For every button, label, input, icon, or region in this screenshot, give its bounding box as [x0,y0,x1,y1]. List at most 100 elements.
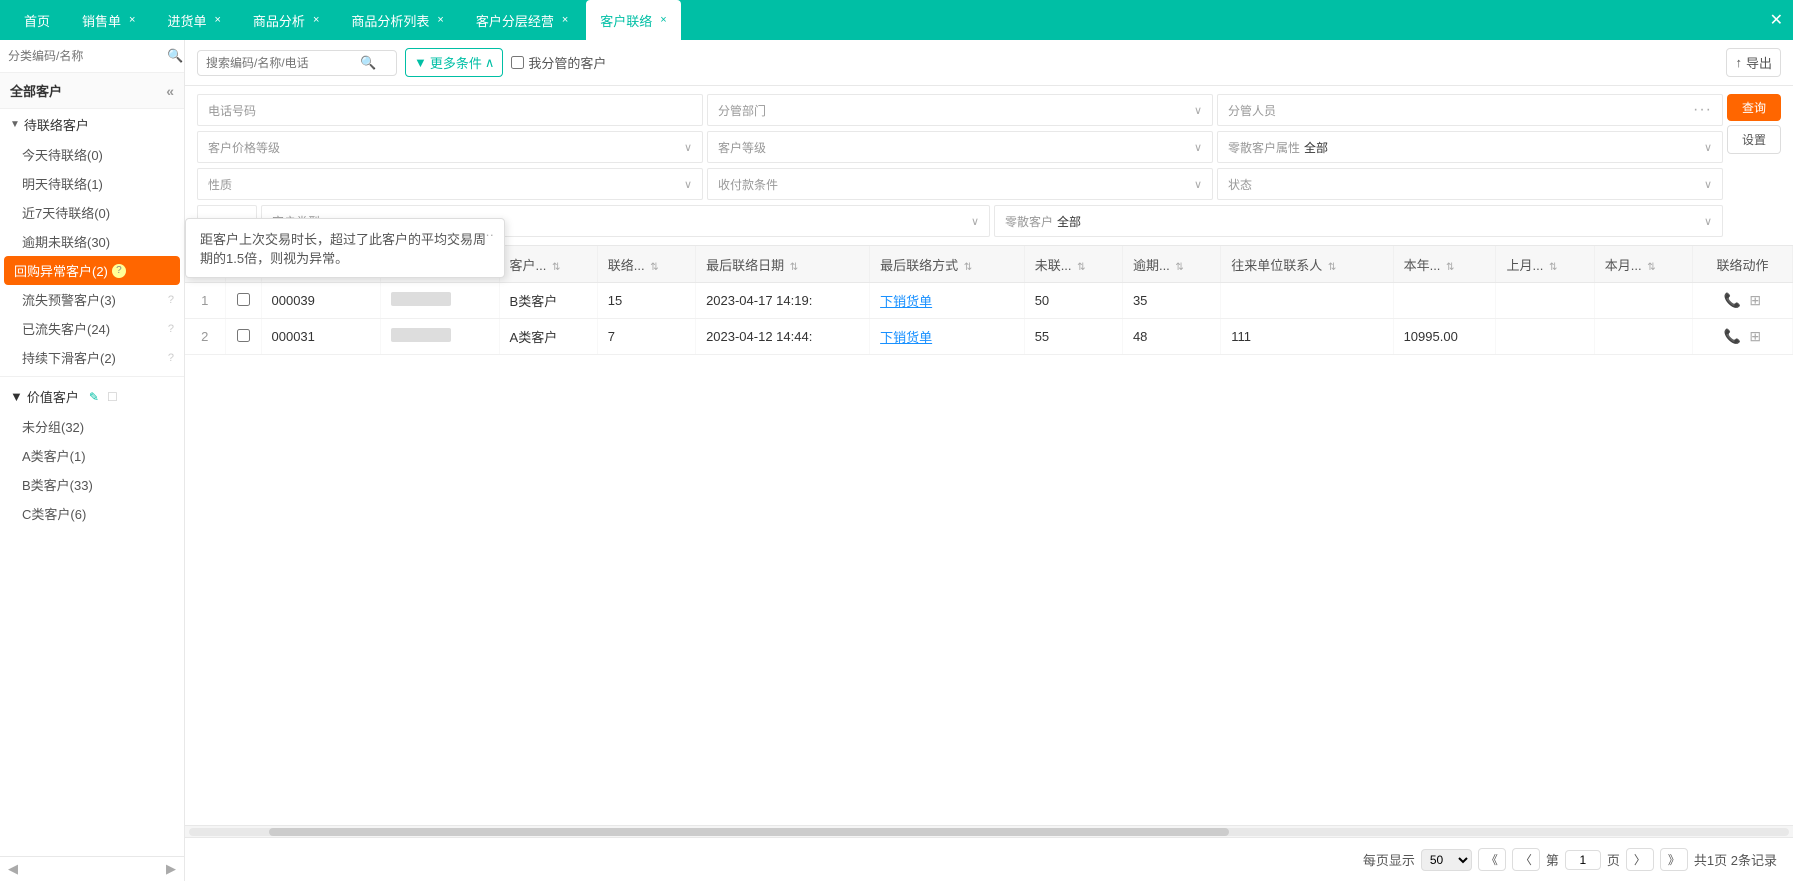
filter-dept[interactable]: 分管部门 ∨ [707,94,1213,126]
pending-group-arrow: ▼ [10,119,20,130]
next-page-btn[interactable]: 〉 [1626,848,1654,871]
filter-price-level[interactable]: 客户价格等级 ∨ [197,131,703,163]
sidebar-item-churn-warning[interactable]: 流失预警客户(3) ? [0,285,184,314]
row1-name [380,283,499,319]
settings-button[interactable]: 设置 [1727,125,1781,154]
sidebar-left-arrow[interactable]: ◀ [8,861,18,877]
more-filters-button[interactable]: ▼ 更多条件 ∧ [405,48,503,77]
sort-unitcontact[interactable]: ⇅ [1328,262,1336,273]
window-close-button[interactable]: ✕ [1770,0,1783,40]
row2-lastway[interactable]: 下销货单 [870,319,1025,355]
sidebar-item-a-class[interactable]: A类客户(1) [0,441,184,470]
row2-grid-icon[interactable]: ⊞ [1749,328,1761,345]
sidebar-item-repurchase-abnormal[interactable]: 回购异常客户(2) ? [4,256,180,285]
sort-contact[interactable]: ⇅ [650,262,658,273]
search-input[interactable] [206,56,356,70]
per-page-select[interactable]: 50 100 200 [1421,849,1472,871]
sidebar-item-7days[interactable]: 近7天待联络(0) [0,198,184,227]
tab-product-analysis[interactable]: 商品分析 × [239,0,333,40]
sort-nocontact[interactable]: ⇅ [1077,262,1085,273]
row2-check[interactable] [225,319,261,355]
row1-checkbox[interactable] [237,293,250,306]
row1-lastmonth [1496,283,1594,319]
sidebar-item-tomorrow[interactable]: 明天待联络(1) [0,169,184,198]
close-customer-contact-tab[interactable]: × [660,14,666,26]
close-product-analysis-tab[interactable]: × [313,14,319,26]
row1-thisyear [1393,283,1496,319]
close-purchase-tab[interactable]: × [214,14,220,26]
chevron-down-icon: ∧ [485,55,495,71]
tooltip-text: 距客户上次交易时长，超过了此客户的平均交易周期的1.5倍，则视为异常。 [200,232,486,266]
customer-level-arrow: ∨ [1194,141,1202,154]
sidebar-item-c-class[interactable]: C类客户(6) [0,499,184,528]
row1-lastway[interactable]: 下销货单 [870,283,1025,319]
sidebar-item-declining[interactable]: 持续下滑客户(2) ? [0,343,184,372]
sort-level[interactable]: ⇅ [552,262,560,273]
sidebar-search-icon[interactable]: 🔍 [167,48,183,64]
query-button[interactable]: 查询 [1727,94,1781,121]
close-sales-tab[interactable]: × [129,14,135,26]
close-product-list-tab[interactable]: × [437,14,443,26]
sidebar-search-input[interactable] [8,49,163,63]
filter-customer-level[interactable]: 客户等级 ∨ [707,131,1213,163]
first-page-btn[interactable]: 《 [1478,848,1506,871]
row2-checkbox[interactable] [237,329,250,342]
sort-lastdate[interactable]: ⇅ [790,262,798,273]
sidebar-item-b-class[interactable]: B类客户(33) [0,470,184,499]
row2-phone-icon[interactable]: 📞 [1724,328,1741,345]
filter-payment[interactable]: 收付款条件 ∨ [707,168,1213,200]
sidebar-item-today[interactable]: 今天待联络(0) [0,140,184,169]
page-number-input[interactable] [1565,850,1601,870]
question-icon: ? [112,264,126,278]
row2-thisyear: 10995.00 [1393,319,1496,355]
tab-home[interactable]: 首页 [10,0,64,40]
tab-customer-layer[interactable]: 客户分层经营 × [462,0,582,40]
sort-lastmonth[interactable]: ⇅ [1549,262,1557,273]
my-customers-checkbox-label[interactable]: 我分管的客户 [511,53,606,72]
horizontal-scrollbar[interactable] [185,825,1793,837]
row1-num: 1 [185,283,225,319]
search-icon[interactable]: 🔍 [360,55,376,71]
row1-code: 000039 [261,283,380,319]
search-box: 🔍 [197,50,397,76]
tab-purchase[interactable]: 进货单 × [153,0,234,40]
filter-status[interactable]: 状态 ∨ [1217,168,1723,200]
row1-phone-icon[interactable]: 📞 [1724,292,1741,309]
filter-phone[interactable]: 电话号码 [197,94,703,126]
export-button[interactable]: ↑ 导出 [1726,48,1781,77]
sort-thismonth[interactable]: ⇅ [1647,262,1655,273]
sidebar-group-pending[interactable]: ▼ 待联络客户 [0,109,184,140]
tab-product-list[interactable]: 商品分析列表 × [337,0,457,40]
close-customer-layer-tab[interactable]: × [562,14,568,26]
tab-sales[interactable]: 销售单 × [68,0,149,40]
total-info: 共1页 2条记录 [1694,850,1777,869]
sort-overdue[interactable]: ⇅ [1175,262,1183,273]
filter-retail-customer[interactable]: 零散客户 全部 ∨ [994,205,1723,237]
sidebar-item-overdue[interactable]: 逾期未联络(30) [0,227,184,256]
tooltip-box: 距客户上次交易时长，超过了此客户的平均交易周期的1.5倍，则视为异常。 ··· [185,218,505,278]
last-page-btn[interactable]: 》 [1660,848,1688,871]
filter-retail-attr[interactable]: 零散客户属性 全部 ∨ [1217,131,1723,163]
row2-actions: 📞 ⊞ [1693,319,1793,355]
sort-thisyear[interactable]: ⇅ [1446,262,1454,273]
sidebar-right-arrow[interactable]: ▶ [166,861,176,877]
row1-check[interactable] [225,283,261,319]
col-header-actions: 联络动作 [1693,246,1793,283]
sidebar-item-churned[interactable]: 已流失客户(24) ? [0,314,184,343]
filter-person[interactable]: 分管人员 ··· [1217,94,1723,126]
tab-customer-contact[interactable]: 客户联络 × [586,0,680,40]
row2-name-blur [391,328,451,342]
tooltip-close[interactable]: ··· [481,227,494,242]
filter-nature[interactable]: 性质 ∨ [197,168,703,200]
sidebar-item-ungrouped[interactable]: 未分组(32) [0,412,184,441]
prev-page-btn[interactable]: 〈 [1512,848,1540,871]
sidebar-group-value[interactable]: ▼ 价值客户 ✎ ☐ [0,381,184,412]
my-customers-checkbox[interactable] [511,56,524,69]
edit-icon[interactable]: ✎ [89,390,99,404]
table-row: 1 000039 B类客户 [185,283,1793,319]
sidebar-collapse-btn[interactable]: « [166,83,174,99]
sort-lastway[interactable]: ⇅ [964,262,972,273]
scroll-thumb[interactable] [269,828,1229,836]
row1-grid-icon[interactable]: ⊞ [1749,292,1761,309]
person-dots: ··· [1693,101,1712,119]
